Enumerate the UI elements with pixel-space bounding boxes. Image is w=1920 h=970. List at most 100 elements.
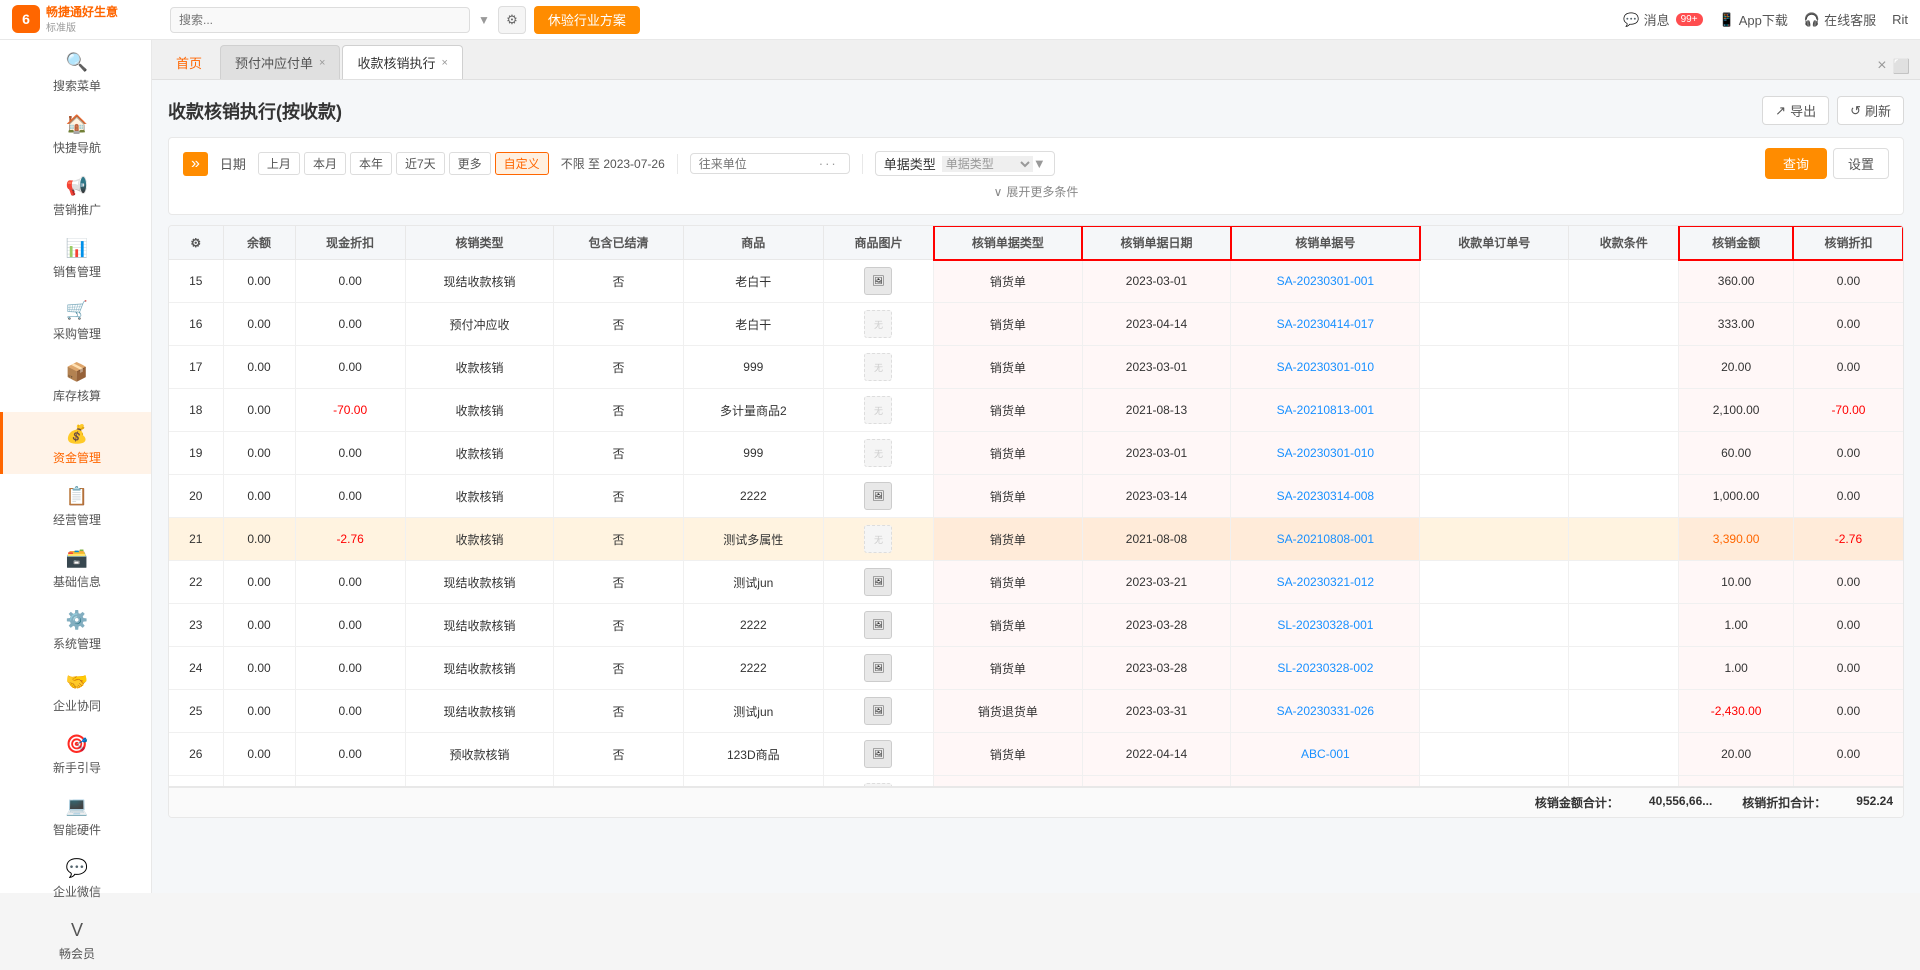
bill-no-link[interactable]: ABC-001	[1301, 747, 1350, 761]
inventory-icon: 📦	[66, 362, 88, 383]
refresh-button[interactable]: ↺ 刷新	[1837, 96, 1904, 125]
bill-no-link[interactable]: SA-20230314-008	[1277, 489, 1374, 503]
td-bill-no[interactable]: SL-20230328-001	[1231, 604, 1420, 647]
td-bill-no[interactable]: SL-20230328-002	[1231, 647, 1420, 690]
tab-receipt[interactable]: 收款核销执行 ×	[342, 45, 462, 79]
sidebar-item-wechat[interactable]: 💬 企业微信	[0, 846, 151, 908]
td-id: 20	[169, 475, 223, 518]
td-bill-no[interactable]: SA-20230301-010	[1231, 432, 1420, 475]
td-bill-type: 销货单	[934, 260, 1083, 303]
user-item[interactable]: Rit	[1892, 12, 1908, 27]
sidebar-item-purchase[interactable]: 🛒 采购管理	[0, 288, 151, 350]
sidebar-item-collab[interactable]: 🤝 企业协同	[0, 660, 151, 722]
td-balance: 0.00	[223, 776, 295, 787]
chevron-down-icon[interactable]: ▼	[478, 13, 490, 27]
td-bill-no[interactable]: ABC-001	[1231, 733, 1420, 776]
filter-date-more[interactable]: 更多	[449, 152, 491, 175]
tab-prepaid-close[interactable]: ×	[319, 57, 325, 69]
td-bill-no[interactable]: SA-20230301-010	[1231, 346, 1420, 389]
table-scroll[interactable]: ⚙ 余额 现金折扣 核销类型 包含已结清 商品 商品图片 核销单据类型 核销单据…	[169, 226, 1903, 786]
td-bill-no[interactable]: SA-20210813-001	[1231, 389, 1420, 432]
bill-no-link[interactable]: SA-20210808-001	[1277, 532, 1374, 546]
th-goods-img: 商品图片	[823, 226, 933, 260]
bill-type-select[interactable]: 单据类型 销货单 销货退货单	[942, 156, 1033, 172]
sidebar-item-member[interactable]: V 畅会员	[0, 908, 151, 970]
expand-bar[interactable]: ∨ 展开更多条件	[183, 179, 1889, 204]
close-tab-icon[interactable]: ×	[1877, 57, 1886, 75]
td-bill-date: 2023-04-08	[1082, 776, 1231, 787]
messages-badge: 99+	[1676, 13, 1703, 26]
filter-date-this-month[interactable]: 本月	[304, 152, 346, 175]
filter-date-7days[interactable]: 近7天	[396, 152, 445, 175]
filter-date-this-year[interactable]: 本年	[350, 152, 392, 175]
export-button[interactable]: ↗ 导出	[1762, 96, 1829, 125]
bill-no-link[interactable]: SA-20210813-001	[1277, 403, 1374, 417]
sidebar-item-sales[interactable]: 📊 销售管理	[0, 226, 151, 288]
from-unit-input[interactable]	[699, 157, 819, 171]
guide-icon: 🎯	[66, 734, 88, 755]
industry-button[interactable]: 休验行业方案	[534, 6, 640, 34]
filter-expand-arrow[interactable]: »	[183, 152, 208, 176]
tab-prepaid[interactable]: 预付冲应付单 ×	[220, 45, 340, 79]
bill-no-link[interactable]: SL-20230328-001	[1277, 618, 1373, 632]
filter-date-custom[interactable]: 自定义	[495, 152, 549, 175]
td-amount: -2,430.00	[1679, 690, 1794, 733]
bill-no-link[interactable]: SA-20230301-001	[1277, 274, 1374, 288]
message-icon: 💬	[1623, 12, 1639, 28]
filter-action-btns: 查询 设置	[1765, 148, 1889, 179]
td-balance: 0.00	[223, 518, 295, 561]
sidebar-item-quicknav[interactable]: 🏠 快捷导航	[0, 102, 151, 164]
td-included: 否	[554, 690, 683, 733]
tab-home-label: 首页	[176, 53, 202, 72]
bill-no-link[interactable]: SA-20230321-012	[1277, 575, 1374, 589]
td-discount: 0.00	[1793, 647, 1903, 690]
sidebar-item-marketing[interactable]: 📢 营销推广	[0, 164, 151, 226]
td-balance: 0.00	[223, 690, 295, 733]
setting-button[interactable]: 设置	[1833, 148, 1889, 179]
sidebar-item-guide[interactable]: 🎯 新手引导	[0, 722, 151, 784]
td-bill-type: 销货单	[934, 776, 1083, 787]
filter-date-last-month[interactable]: 上月	[258, 152, 300, 175]
td-bill-no[interactable]: SA-20210808-001	[1231, 518, 1420, 561]
footer-discount-label: 核销折扣合计：	[1742, 794, 1826, 811]
table-gear-icon[interactable]: ⚙	[190, 236, 201, 250]
th-gear[interactable]: ⚙	[169, 226, 223, 260]
sidebar-item-operation[interactable]: 📋 经营管理	[0, 474, 151, 536]
sidebar-item-finance[interactable]: 💰 资金管理	[0, 412, 151, 474]
bill-no-link[interactable]: SA-20230331-026	[1277, 704, 1374, 718]
td-id: 16	[169, 303, 223, 346]
td-discount: 0.00	[1793, 346, 1903, 389]
sidebar-item-basic[interactable]: 🗃️ 基础信息	[0, 536, 151, 598]
app-download-item[interactable]: 📱 App下载	[1719, 10, 1788, 29]
td-amount: 333.00	[1679, 303, 1794, 346]
sidebar-item-hardware[interactable]: 💻 智能硬件	[0, 784, 151, 846]
expand-tab-icon[interactable]: ⬜	[1893, 58, 1910, 75]
td-bill-no[interactable]: SA-20230331-026	[1231, 690, 1420, 733]
td-amount: 3,390.00	[1679, 518, 1794, 561]
sidebar-item-search[interactable]: 🔍 搜索菜单	[0, 40, 151, 102]
td-bill-no[interactable]: SA-20230301-001	[1231, 260, 1420, 303]
bill-no-link[interactable]: SA-20230301-010	[1277, 446, 1374, 460]
messages-item[interactable]: 💬 消息 99+	[1623, 10, 1702, 29]
bill-no-link[interactable]: SA-20230414-017	[1277, 317, 1374, 331]
td-receipt-no	[1420, 647, 1569, 690]
td-bill-no[interactable]: SA-20230321-012	[1231, 561, 1420, 604]
td-id: 21	[169, 518, 223, 561]
content-area: 首页 预付冲应付单 × 收款核销执行 × × ⬜ 收款核销执行(按收款)	[152, 40, 1920, 893]
sidebar-item-inventory[interactable]: 📦 库存核算	[0, 350, 151, 412]
tab-home[interactable]: 首页	[160, 45, 218, 79]
td-bill-no[interactable]: SA-20230314-008	[1231, 475, 1420, 518]
query-button[interactable]: 查询	[1765, 148, 1827, 179]
sidebar-item-system[interactable]: ⚙️ 系统管理	[0, 598, 151, 660]
gear-icon[interactable]: ⚙	[498, 6, 526, 34]
tab-receipt-close[interactable]: ×	[441, 57, 447, 69]
online-service-item[interactable]: 🎧 在线客服	[1804, 10, 1876, 29]
bill-no-link[interactable]: SL-20230328-002	[1277, 661, 1373, 675]
td-goods: 测试多属性	[683, 518, 823, 561]
td-bill-no[interactable]: SL-20230408-001	[1231, 776, 1420, 787]
bill-no-link[interactable]: SA-20230301-010	[1277, 360, 1374, 374]
td-bill-no[interactable]: SA-20230414-017	[1231, 303, 1420, 346]
search-input[interactable]	[170, 7, 470, 33]
page-title: 收款核销执行(按收款)	[168, 98, 342, 124]
td-goods: 123D商品	[683, 733, 823, 776]
